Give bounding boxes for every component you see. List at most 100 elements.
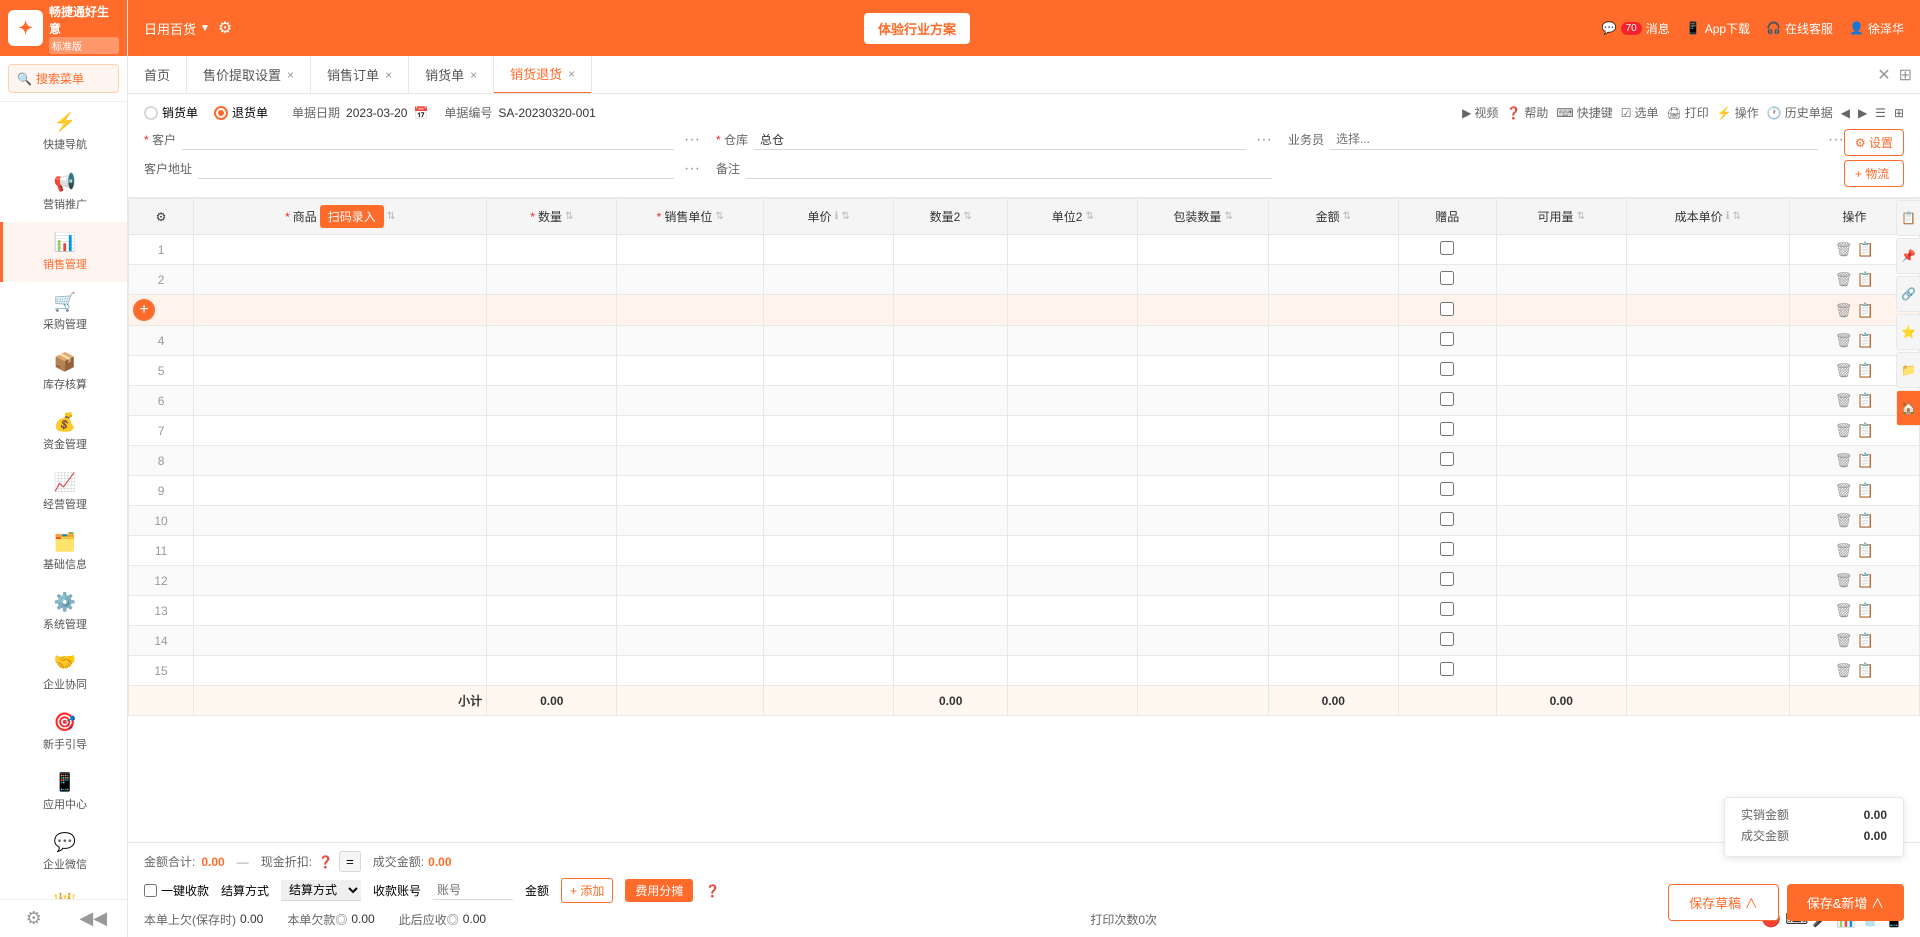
row-3-unit[interactable] xyxy=(617,295,764,326)
row-2-price[interactable] xyxy=(763,265,893,295)
discount-help-icon[interactable]: ❓ xyxy=(318,855,333,869)
row-1-pack[interactable] xyxy=(1138,235,1268,265)
row-2-available[interactable] xyxy=(1496,265,1626,295)
row-3-price[interactable] xyxy=(763,295,893,326)
row-1-qty[interactable] xyxy=(487,235,617,265)
row-2-gift-check[interactable] xyxy=(1440,271,1454,285)
tab-price-settings[interactable]: 售价提取设置 × xyxy=(187,56,311,94)
messages-button[interactable]: 💬 70 消息 xyxy=(1602,20,1670,37)
row-3-copy-icon[interactable]: 📋 xyxy=(1857,302,1874,319)
right-mini-btn-3[interactable]: 🔗 xyxy=(1896,276,1920,312)
shortcuts-help-button[interactable]: ⌨ 快捷键 xyxy=(1556,104,1612,121)
app-download-button[interactable]: 📱 App下载 xyxy=(1686,20,1750,37)
product-sort-icon[interactable]: ⇅ xyxy=(387,211,395,222)
trial-button[interactable]: 体验行业方案 xyxy=(864,13,970,44)
settings-right-button[interactable]: ⚙ 设置 xyxy=(1844,129,1904,156)
prev-record-button[interactable]: ◀ xyxy=(1841,106,1850,120)
row-2-qty2[interactable] xyxy=(894,265,1008,295)
add-payment-button[interactable]: + 添加 xyxy=(561,878,613,903)
row-3-available[interactable] xyxy=(1496,295,1626,326)
sidebar-item-finance[interactable]: 💰 资金管理 xyxy=(0,402,127,462)
row-5-delete-icon[interactable]: 🗑 xyxy=(1835,362,1853,379)
row-3-product[interactable] xyxy=(194,295,487,326)
select-button[interactable]: ☑ 选单 xyxy=(1621,104,1659,121)
row-11-copy-icon[interactable]: 📋 xyxy=(1857,542,1874,559)
warehouse-dots[interactable]: ··· xyxy=(1256,131,1272,149)
row-12-delete-icon[interactable]: 🗑 xyxy=(1835,572,1853,589)
row-2-qty[interactable] xyxy=(487,265,617,295)
operations-button[interactable]: ⚡ 操作 xyxy=(1717,104,1759,121)
available-sort-icon[interactable]: ⇅ xyxy=(1577,211,1585,222)
search-menu-button[interactable]: 🔍 搜索菜单 xyxy=(8,64,119,93)
print-button[interactable]: 🖨 打印 xyxy=(1667,104,1709,121)
row-2-unit[interactable] xyxy=(617,265,764,295)
salesman-dots[interactable]: ··· xyxy=(1828,131,1844,149)
row-1-qty2[interactable] xyxy=(894,235,1008,265)
row-13-gift-check[interactable] xyxy=(1440,602,1454,616)
row-8-copy-icon[interactable]: 📋 xyxy=(1857,452,1874,469)
settings-col-icon[interactable]: ⚙ xyxy=(156,210,167,224)
right-mini-btn-4[interactable]: ⭐ xyxy=(1896,314,1920,350)
row-1-cost[interactable] xyxy=(1626,235,1789,265)
row-15-delete-icon[interactable]: 🗑 xyxy=(1835,662,1853,679)
tab-price-settings-close[interactable]: × xyxy=(287,68,294,82)
row-8-gift-check[interactable] xyxy=(1440,452,1454,466)
tab-home[interactable]: 首页 xyxy=(128,56,187,94)
row-3-cost[interactable] xyxy=(1626,295,1789,326)
add-row-button[interactable]: + xyxy=(133,299,155,321)
row-11-gift-check[interactable] xyxy=(1440,542,1454,556)
payment-method-select[interactable]: 结算方式 xyxy=(281,880,361,901)
sidebar-item-inventory[interactable]: 📦 库存核算 xyxy=(0,342,127,402)
next-record-button[interactable]: ▶ xyxy=(1858,106,1867,120)
row-2-delete-icon[interactable]: 🗑 xyxy=(1835,271,1853,288)
row-2-cost[interactable] xyxy=(1626,265,1789,295)
one-click-payment-check[interactable] xyxy=(144,884,157,897)
row-4-gift-check[interactable] xyxy=(1440,332,1454,346)
row-9-copy-icon[interactable]: 📋 xyxy=(1857,482,1874,499)
tab-sales-invoice[interactable]: 销货单 × xyxy=(409,56,494,94)
row-2-pack[interactable] xyxy=(1138,265,1268,295)
row-6-delete-icon[interactable]: 🗑 xyxy=(1835,392,1853,409)
warehouse-input[interactable] xyxy=(754,129,1246,150)
right-mini-btn-1[interactable]: 📋 xyxy=(1896,200,1920,236)
sidebar-item-basic[interactable]: 🗂️ 基础信息 xyxy=(0,522,127,582)
row-2-copy-icon[interactable]: 📋 xyxy=(1857,271,1874,288)
right-mini-btn-2[interactable]: 📌 xyxy=(1896,238,1920,274)
list-view-button[interactable]: ☰ xyxy=(1875,106,1886,120)
pack-sort-icon[interactable]: ⇅ xyxy=(1224,211,1232,222)
row-10-copy-icon[interactable]: 📋 xyxy=(1857,512,1874,529)
fee-split-button[interactable]: 费用分摊 xyxy=(625,879,693,902)
tab-sales-invoice-close[interactable]: × xyxy=(470,68,477,82)
one-click-payment-checkbox[interactable]: 一键收款 xyxy=(144,882,209,899)
price-sort-icon[interactable]: ⇅ xyxy=(841,211,849,222)
row-10-gift-check[interactable] xyxy=(1440,512,1454,526)
row-1-product[interactable] xyxy=(194,235,487,265)
row-2-amount[interactable] xyxy=(1268,265,1398,295)
row-14-copy-icon[interactable]: 📋 xyxy=(1857,632,1874,649)
row-3-product-input[interactable] xyxy=(198,303,482,317)
address-dots[interactable]: ··· xyxy=(684,160,700,178)
row-3-pack[interactable] xyxy=(1138,295,1268,326)
right-mini-btn-5[interactable]: 📁 xyxy=(1896,352,1920,388)
row-6-gift-check[interactable] xyxy=(1440,392,1454,406)
row-4-delete-icon[interactable]: 🗑 xyxy=(1835,332,1853,349)
row-15-copy-icon[interactable]: 📋 xyxy=(1857,662,1874,679)
save-new-button[interactable]: 保存&新增 ∧ xyxy=(1787,884,1904,921)
row-11-delete-icon[interactable]: 🗑 xyxy=(1835,542,1853,559)
row-1-amount[interactable] xyxy=(1268,235,1398,265)
help-button[interactable]: ❓ 帮助 xyxy=(1506,104,1548,121)
row-1-delete-icon[interactable]: 🗑 xyxy=(1835,241,1853,258)
salesman-input[interactable] xyxy=(1330,129,1818,150)
amount-sort-icon[interactable]: ⇅ xyxy=(1343,211,1351,222)
customer-dots[interactable]: ··· xyxy=(684,131,700,149)
cost-sort-icon[interactable]: ⇅ xyxy=(1733,211,1741,222)
calendar-icon[interactable]: 📅 xyxy=(413,106,428,120)
row-2-unit2[interactable] xyxy=(1008,265,1138,295)
unit-sort-icon[interactable]: ⇅ xyxy=(715,211,723,222)
address-input[interactable] xyxy=(198,158,674,179)
sidebar-item-apps[interactable]: 📱 应用中心 xyxy=(0,762,127,822)
sidebar-item-member[interactable]: 👑 畅会员 xyxy=(0,882,127,899)
row-13-delete-icon[interactable]: 🗑 xyxy=(1835,602,1853,619)
history-button[interactable]: 🕐 历史单据 xyxy=(1767,104,1833,121)
unit2-sort-icon[interactable]: ⇅ xyxy=(1085,211,1093,222)
